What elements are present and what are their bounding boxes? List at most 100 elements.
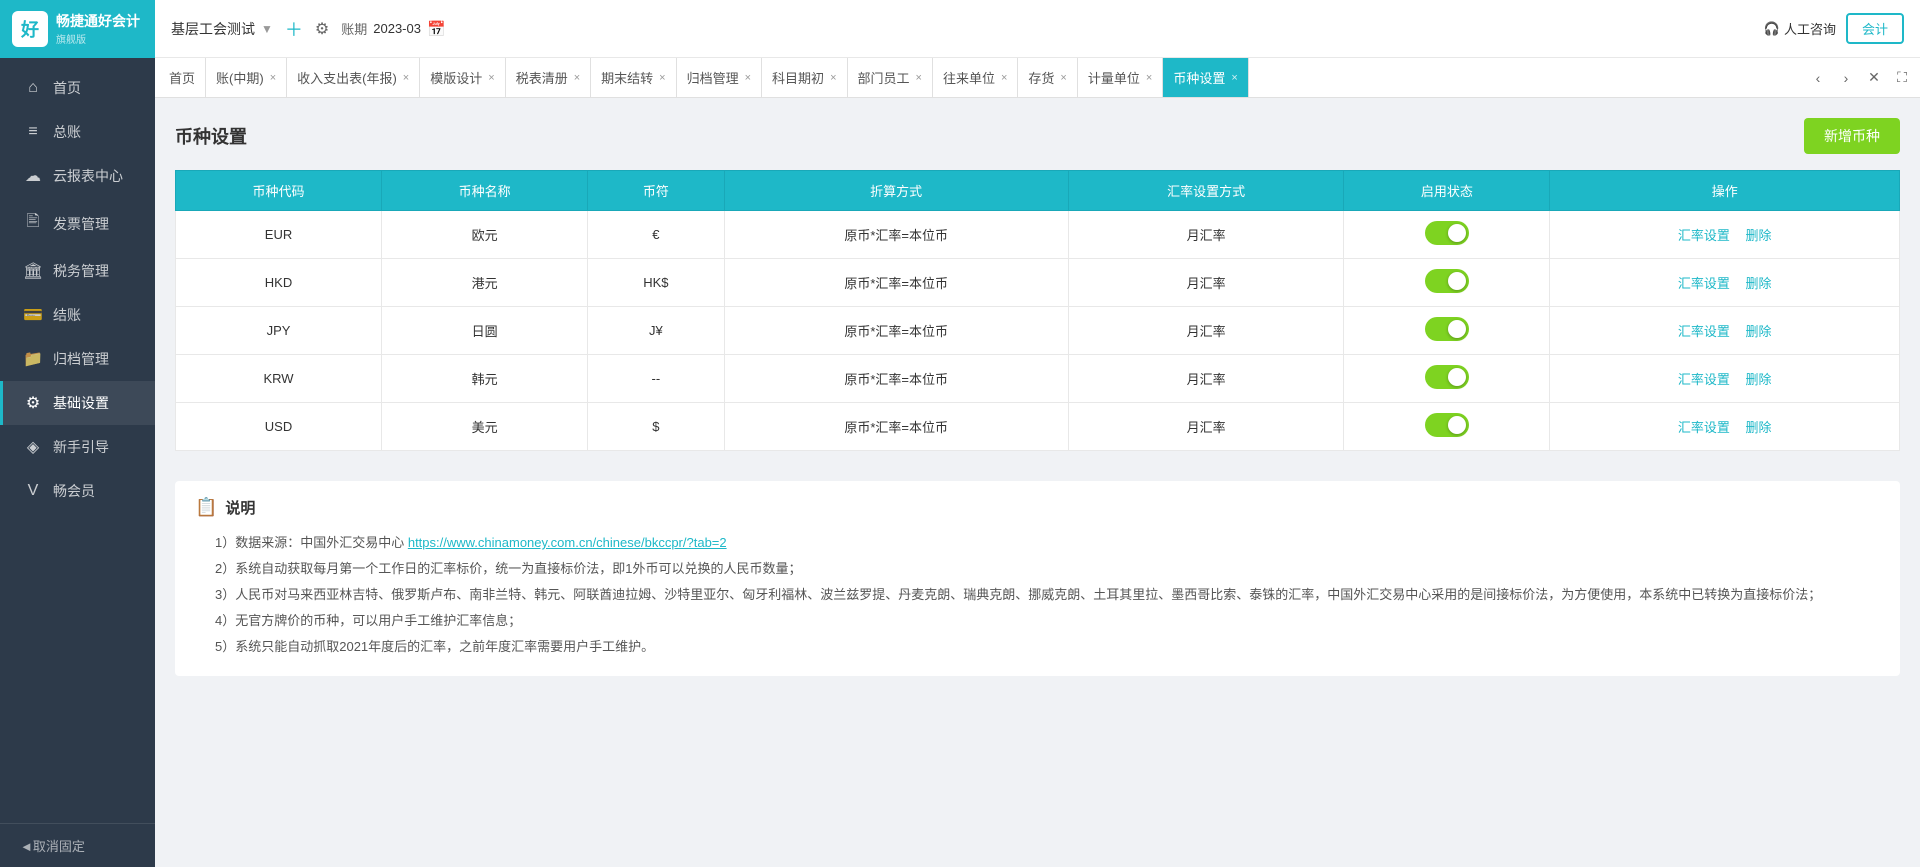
tab-subjects[interactable]: 科目期初 × (762, 58, 847, 98)
sidebar-item-closing[interactable]: 💳 结账 (0, 293, 155, 337)
add-project-button[interactable]: ＋ (285, 16, 303, 42)
tab-tax[interactable]: 税表清册 × (506, 58, 591, 98)
tab-close-all-button[interactable]: ✕ (1860, 64, 1888, 92)
note-item: 1）数据来源：中国外汇交易中心 https://www.chinamoney.c… (195, 530, 1880, 556)
cell-enabled[interactable] (1344, 211, 1550, 259)
service-label: 人工咨询 (1784, 19, 1836, 38)
tab-expand-button[interactable]: ⛶ (1888, 64, 1916, 92)
rate-setting-link[interactable]: 汇率设置 (1678, 324, 1730, 339)
delete-link[interactable]: 删除 (1746, 276, 1772, 291)
cell-rate-type: 月汇率 (1068, 403, 1344, 451)
tab-close-icon[interactable]: × (1231, 72, 1237, 84)
note-title: 📋 说明 (195, 497, 1880, 518)
tab-close-icon[interactable]: × (1146, 72, 1152, 84)
tab-closing[interactable]: 期末结转 × (591, 58, 676, 98)
cell-calc: 原币*汇率=本位币 (724, 403, 1068, 451)
tab-inventory[interactable]: 存货 × (1018, 58, 1077, 98)
cloud-icon: ☁ (23, 166, 43, 186)
cell-enabled[interactable] (1344, 307, 1550, 355)
cell-action: 汇率设置 删除 (1550, 355, 1900, 403)
enabled-toggle[interactable] (1425, 221, 1469, 245)
tab-close-icon[interactable]: × (403, 72, 409, 84)
tab-unit[interactable]: 计量单位 × (1078, 58, 1163, 98)
project-settings-icon[interactable]: ⚙ (315, 19, 329, 39)
sidebar-item-settings[interactable]: ⚙ 基础设置 (0, 381, 155, 425)
account-button[interactable]: 会计 (1846, 13, 1904, 44)
rate-setting-link[interactable]: 汇率设置 (1678, 372, 1730, 387)
tab-close-icon[interactable]: × (1060, 72, 1066, 84)
tab-close-icon[interactable]: × (916, 72, 922, 84)
tab-prev-button[interactable]: ‹ (1804, 64, 1832, 92)
enabled-toggle[interactable] (1425, 317, 1469, 341)
sidebar-item-member[interactable]: V 畅会员 (0, 469, 155, 513)
tab-department[interactable]: 部门员工 × (848, 58, 933, 98)
sidebar-item-tax[interactable]: 🏛 税务管理 (0, 249, 155, 293)
note-title-text: 说明 (225, 497, 255, 518)
calendar-icon[interactable]: 📅 (427, 20, 446, 38)
tab-close-icon[interactable]: × (830, 72, 836, 84)
tab-close-icon[interactable]: × (659, 72, 665, 84)
cell-enabled[interactable] (1344, 355, 1550, 403)
tab-label: 收入支出表(年报) (297, 68, 397, 87)
delete-link[interactable]: 删除 (1746, 324, 1772, 339)
tab-archive[interactable]: 归档管理 × (677, 58, 762, 98)
table-row: USD美元$原币*汇率=本位币月汇率 汇率设置 删除 (176, 403, 1900, 451)
toggle-track (1425, 365, 1469, 389)
toggle-thumb (1448, 320, 1466, 338)
cell-symbol: € (588, 211, 724, 259)
tab-label: 归档管理 (687, 68, 739, 87)
tab-close-icon[interactable]: × (745, 72, 751, 84)
project-selector[interactable]: 基层工会测试 ▼ (171, 19, 273, 39)
currency-table: 币种代码 币种名称 币符 折算方式 汇率设置方式 启用状态 操作 EUR欧元€原… (175, 170, 1900, 451)
tab-close-icon[interactable]: × (1001, 72, 1007, 84)
enabled-toggle[interactable] (1425, 365, 1469, 389)
main-area: 基层工会测试 ▼ ＋ ⚙ 账期 2023-03 📅 🎧 人工咨询 会计 首页 账… (155, 0, 1920, 867)
tab-period[interactable]: 账(中期) × (206, 58, 287, 98)
tab-report[interactable]: 收入支出表(年报) × (287, 58, 420, 98)
delete-link[interactable]: 删除 (1746, 372, 1772, 387)
rate-setting-link[interactable]: 汇率设置 (1678, 228, 1730, 243)
tab-home[interactable]: 首页 (159, 58, 206, 98)
new-currency-button[interactable]: 新增币种 (1804, 118, 1900, 154)
toggle-track (1425, 269, 1469, 293)
settings-icon: ⚙ (23, 393, 43, 413)
note-link[interactable]: https://www.chinamoney.com.cn/chinese/bk… (408, 535, 727, 550)
tab-label: 账(中期) (216, 68, 264, 87)
tab-customers[interactable]: 往来单位 × (933, 58, 1018, 98)
delete-link[interactable]: 删除 (1746, 228, 1772, 243)
note-list: 1）数据来源：中国外汇交易中心 https://www.chinamoney.c… (195, 530, 1880, 660)
enabled-toggle[interactable] (1425, 413, 1469, 437)
sidebar-item-reports[interactable]: ☁ 云报表中心 (0, 154, 155, 198)
tab-close-icon[interactable]: × (574, 72, 580, 84)
cell-code: JPY (176, 307, 382, 355)
tab-label: 科目期初 (772, 68, 824, 87)
sidebar-item-invoice[interactable]: 🖹 发票管理 (0, 198, 155, 249)
tab-template[interactable]: 模版设计 × (420, 58, 505, 98)
tab-close-icon[interactable]: × (488, 72, 494, 84)
col-enabled: 启用状态 (1344, 171, 1550, 211)
tab-next-button[interactable]: › (1832, 64, 1860, 92)
cell-symbol: -- (588, 355, 724, 403)
sidebar-item-label: 归档管理 (53, 349, 109, 369)
sidebar-item-archive[interactable]: 📁 归档管理 (0, 337, 155, 381)
cell-name: 港元 (382, 259, 588, 307)
tab-close-icon[interactable]: × (270, 72, 276, 84)
pin-label: ◄取消固定 (20, 836, 85, 855)
customer-service-button[interactable]: 🎧 人工咨询 (1764, 19, 1836, 38)
cell-name: 欧元 (382, 211, 588, 259)
cell-enabled[interactable] (1344, 259, 1550, 307)
cell-calc: 原币*汇率=本位币 (724, 355, 1068, 403)
cell-enabled[interactable] (1344, 403, 1550, 451)
rate-setting-link[interactable]: 汇率设置 (1678, 276, 1730, 291)
tab-currency[interactable]: 币种设置 × (1163, 58, 1248, 98)
enabled-toggle[interactable] (1425, 269, 1469, 293)
sidebar-item-guide[interactable]: ◈ 新手引导 (0, 425, 155, 469)
sidebar-item-ledger[interactable]: ≡ 总账 (0, 110, 155, 154)
sidebar-item-home[interactable]: ⌂ 首页 (0, 66, 155, 110)
toggle-track (1425, 317, 1469, 341)
cell-calc: 原币*汇率=本位币 (724, 307, 1068, 355)
period-value: 2023-03 (373, 21, 421, 36)
rate-setting-link[interactable]: 汇率设置 (1678, 420, 1730, 435)
delete-link[interactable]: 删除 (1746, 420, 1772, 435)
sidebar-pin-toggle[interactable]: ◄取消固定 (0, 823, 155, 867)
